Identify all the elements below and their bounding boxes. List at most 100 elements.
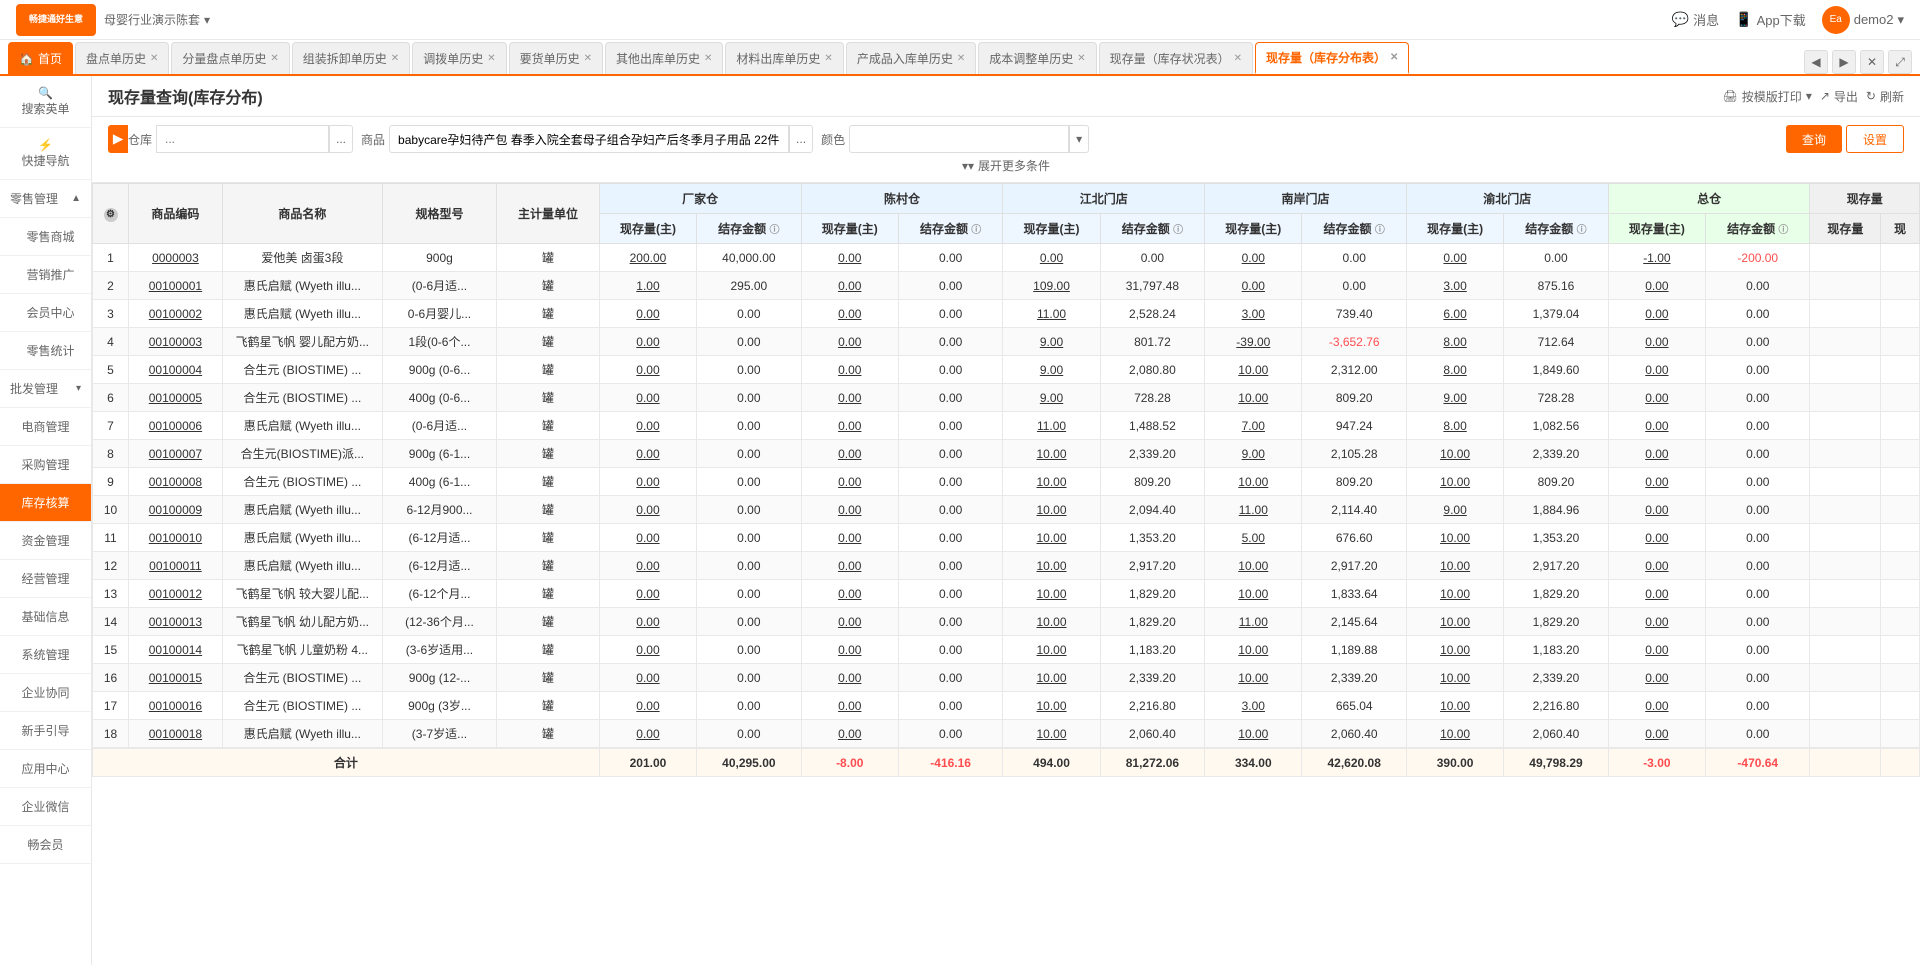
table-cell[interactable]: 0.00 xyxy=(1608,692,1705,720)
table-cell[interactable]: 0.00 xyxy=(599,440,696,468)
table-cell[interactable]: 7.00 xyxy=(1205,412,1302,440)
table-cell[interactable]: 1,082.56 xyxy=(1504,412,1608,440)
tab-close-10[interactable]: ✕ xyxy=(1234,53,1242,64)
table-cell[interactable]: 9.00 xyxy=(1205,440,1302,468)
table-cell[interactable]: 10.00 xyxy=(1406,636,1503,664)
table-cell[interactable]: 0.00 xyxy=(898,720,1002,749)
table-cell[interactable]: 31,797.48 xyxy=(1100,272,1204,300)
gear-icon[interactable]: ⚙ xyxy=(104,208,118,222)
table-cell[interactable]: 0.00 xyxy=(599,496,696,524)
table-cell[interactable]: 0.00 xyxy=(599,468,696,496)
table-cell[interactable]: 728.28 xyxy=(1100,384,1204,412)
table-cell[interactable]: 10.00 xyxy=(1003,468,1100,496)
search-btn[interactable]: 查询 xyxy=(1786,125,1842,153)
table-cell[interactable]: 801.72 xyxy=(1100,328,1204,356)
sidebar-item-basic[interactable]: 基础信息 xyxy=(0,598,91,636)
sidebar-item-mall[interactable]: 零售商城 xyxy=(0,218,91,256)
table-cell[interactable]: 0.00 xyxy=(801,468,898,496)
table-cell[interactable]: 1,379.04 xyxy=(1504,300,1608,328)
table-cell[interactable]: 0.00 xyxy=(898,300,1002,328)
table-cell[interactable]: 10.00 xyxy=(1003,552,1100,580)
table-cell[interactable]: 0.00 xyxy=(898,580,1002,608)
table-cell[interactable]: 6.00 xyxy=(1406,300,1503,328)
table-cell[interactable]: 0.00 xyxy=(801,328,898,356)
table-cell[interactable]: 2,216.80 xyxy=(1504,692,1608,720)
table-cell[interactable]: 10.00 xyxy=(1003,664,1100,692)
table-cell[interactable]: 11.00 xyxy=(1003,300,1100,328)
table-cell[interactable]: 0.00 xyxy=(697,608,801,636)
table-cell[interactable]: 10.00 xyxy=(1406,692,1503,720)
table-cell[interactable]: 10.00 xyxy=(1205,384,1302,412)
color-ellipsis-btn[interactable]: ▾ xyxy=(1069,125,1089,153)
table-cell[interactable]: 9.00 xyxy=(1003,384,1100,412)
table-cell[interactable]: 809.20 xyxy=(1302,468,1406,496)
table-cell[interactable]: 0.00 xyxy=(697,328,801,356)
table-cell[interactable]: 0.00 xyxy=(898,496,1002,524)
table-cell[interactable]: -3,652.76 xyxy=(1302,328,1406,356)
table-cell[interactable]: 295.00 xyxy=(697,272,801,300)
table-cell[interactable]: 1,488.52 xyxy=(1100,412,1204,440)
table-cell[interactable]: 0.00 xyxy=(1302,272,1406,300)
table-cell[interactable]: 2,060.40 xyxy=(1100,720,1204,749)
table-cell[interactable]: 0.00 xyxy=(697,300,801,328)
table-cell[interactable]: 1,353.20 xyxy=(1100,524,1204,552)
warehouse-input[interactable] xyxy=(156,125,329,153)
table-cell[interactable]: 0.00 xyxy=(599,580,696,608)
sidebar-item-wechat[interactable]: 企业微信 xyxy=(0,788,91,826)
table-cell[interactable]: 10.00 xyxy=(1205,552,1302,580)
table-cell[interactable]: 0.00 xyxy=(1608,272,1705,300)
goods-ellipsis-btn[interactable]: ... xyxy=(789,125,813,153)
industry-selector[interactable]: 母婴行业演示陈套 ▾ xyxy=(104,11,210,28)
table-cell[interactable]: 0.00 xyxy=(801,664,898,692)
table-cell[interactable]: 0.00 xyxy=(898,440,1002,468)
table-cell[interactable]: 0.00 xyxy=(898,552,1002,580)
table-cell[interactable]: 8.00 xyxy=(1406,356,1503,384)
sidebar-item-finance[interactable]: 资金管理 xyxy=(0,522,91,560)
table-cell[interactable]: 2,917.20 xyxy=(1302,552,1406,580)
table-cell[interactable]: 0.00 xyxy=(1608,524,1705,552)
table-cell[interactable]: 0.00 xyxy=(1608,552,1705,580)
table-cell[interactable]: 0.00 xyxy=(697,496,801,524)
tab-2[interactable]: 分量盘点单历史 ✕ xyxy=(171,42,289,74)
table-cell[interactable]: 0.00 xyxy=(599,300,696,328)
table-cell[interactable]: 10.00 xyxy=(1406,580,1503,608)
table-cell[interactable]: 2,339.20 xyxy=(1504,664,1608,692)
table-cell[interactable]: 2,339.20 xyxy=(1100,664,1204,692)
table-cell[interactable]: 10.00 xyxy=(1003,636,1100,664)
table-cell[interactable]: 0.00 xyxy=(599,636,696,664)
tab-close-9[interactable]: ✕ xyxy=(1077,53,1085,64)
tab-8[interactable]: 产成品入库单历史 ✕ xyxy=(846,42,976,74)
sidebar-item-cooperate[interactable]: 企业协同 xyxy=(0,674,91,712)
table-cell[interactable]: 1,189.88 xyxy=(1302,636,1406,664)
table-cell[interactable]: 739.40 xyxy=(1302,300,1406,328)
table-cell[interactable]: 2,216.80 xyxy=(1100,692,1204,720)
table-cell[interactable]: 2,060.40 xyxy=(1504,720,1608,749)
table-cell[interactable]: 1,183.20 xyxy=(1100,636,1204,664)
table-cell[interactable]: 947.24 xyxy=(1302,412,1406,440)
table-cell[interactable]: 0.00 xyxy=(697,356,801,384)
tab-prev-btn[interactable]: ◀ xyxy=(1804,50,1828,74)
table-cell[interactable]: 0.00 xyxy=(801,244,898,272)
table-cell[interactable]: 809.20 xyxy=(1100,468,1204,496)
table-cell[interactable]: 0.00 xyxy=(599,412,696,440)
tab-5[interactable]: 要货单历史 ✕ xyxy=(509,42,603,74)
tab-close-4[interactable]: ✕ xyxy=(487,53,495,64)
table-cell[interactable]: 10.00 xyxy=(1406,524,1503,552)
table-cell[interactable]: 1,833.64 xyxy=(1302,580,1406,608)
table-cell[interactable]: 0.00 xyxy=(599,552,696,580)
tab-9[interactable]: 成本调整单历史 ✕ xyxy=(978,42,1096,74)
table-cell[interactable]: 0.00 xyxy=(1608,608,1705,636)
table-cell[interactable]: 0.00 xyxy=(898,412,1002,440)
table-cell[interactable]: 10.00 xyxy=(1406,664,1503,692)
table-cell[interactable]: 9.00 xyxy=(1003,356,1100,384)
table-cell[interactable]: 10.00 xyxy=(1003,440,1100,468)
table-cell[interactable]: 0.00 xyxy=(1205,272,1302,300)
tab-close-11[interactable]: ✕ xyxy=(1390,52,1398,63)
tab-1[interactable]: 盘点单历史 ✕ xyxy=(75,42,169,74)
table-cell[interactable]: 0.00 xyxy=(898,384,1002,412)
sidebar-item-retail[interactable]: 零售管理 ▲ xyxy=(0,180,91,218)
table-cell[interactable]: 3.00 xyxy=(1406,272,1503,300)
table-cell[interactable]: 10.00 xyxy=(1205,664,1302,692)
table-cell[interactable]: 9.00 xyxy=(1003,328,1100,356)
sidebar-item-purchase[interactable]: 采购管理 xyxy=(0,446,91,484)
